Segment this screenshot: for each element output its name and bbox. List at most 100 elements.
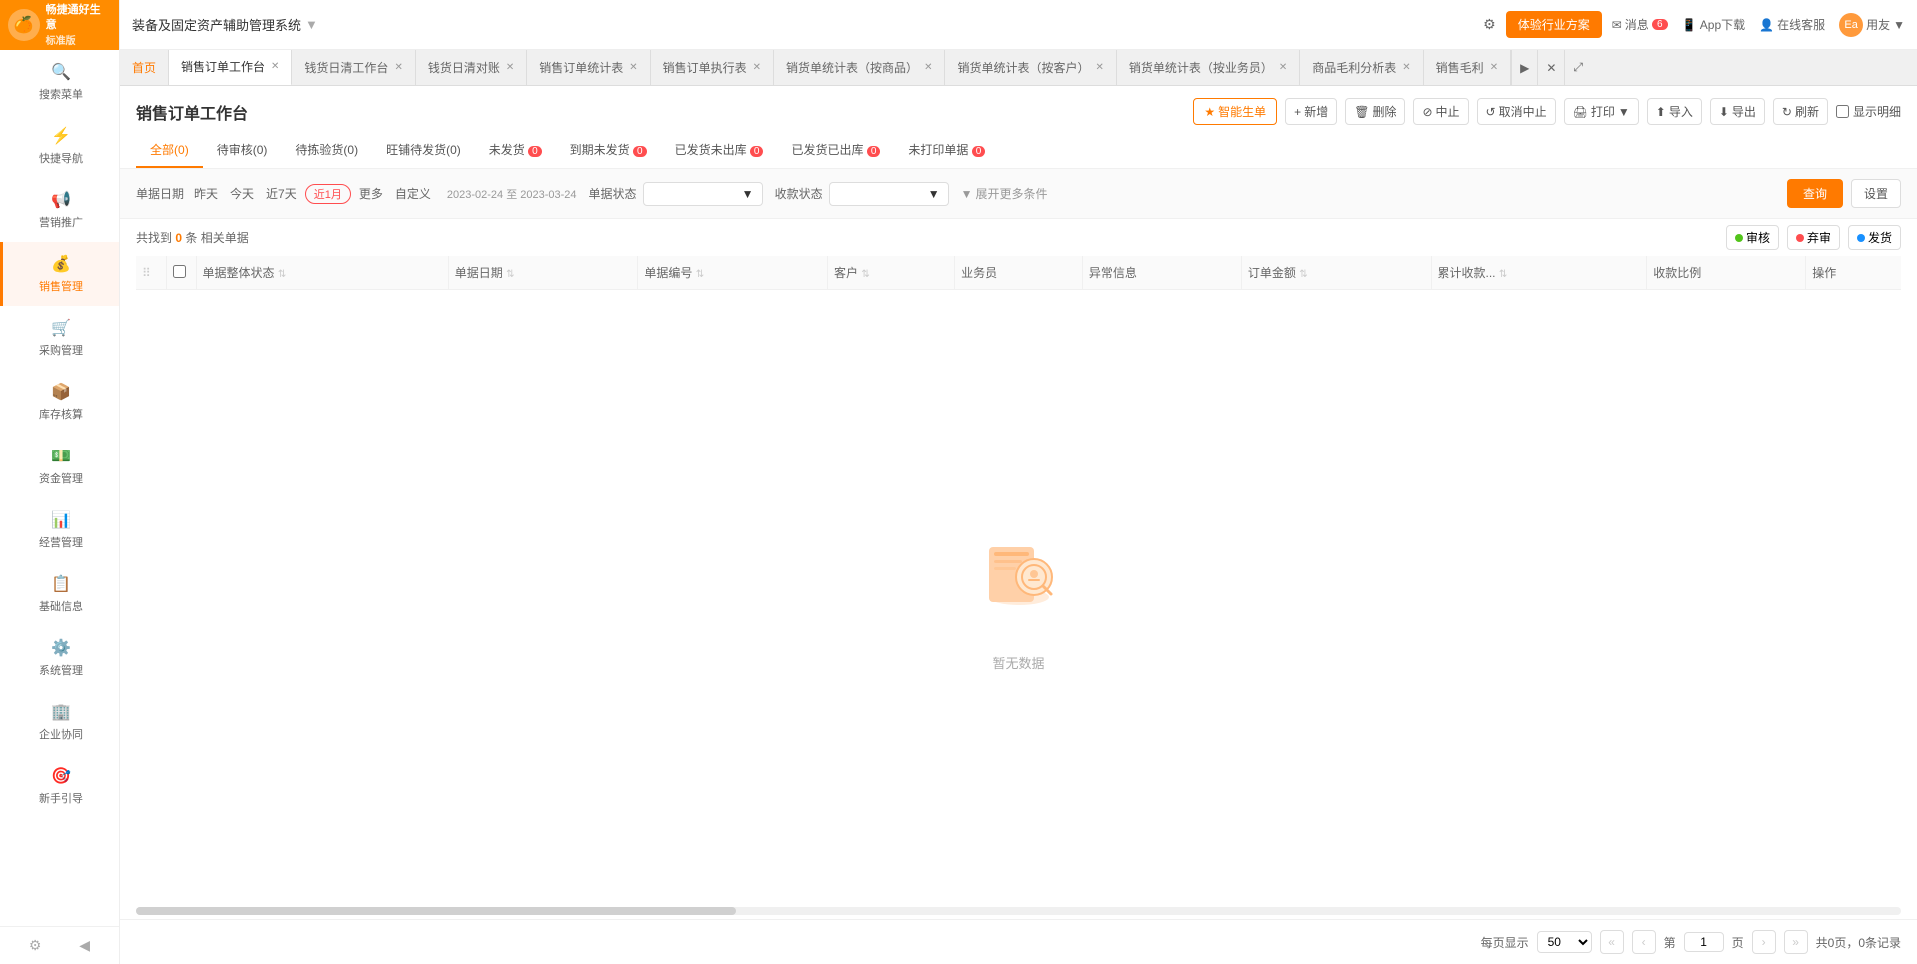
- collapse-sidebar-button[interactable]: ◀: [79, 937, 90, 954]
- page-size-select[interactable]: 10 20 30 50 100: [1537, 931, 1592, 953]
- next-page-button[interactable]: ›: [1752, 930, 1776, 954]
- filter-tab-all[interactable]: 全部(0): [136, 133, 203, 168]
- payment-select[interactable]: ▼: [829, 182, 949, 206]
- ship-action-button[interactable]: 发货: [1848, 225, 1901, 250]
- select-all-checkbox[interactable]: [173, 265, 186, 278]
- sidebar-item-base-info[interactable]: 📋 基础信息: [0, 562, 119, 626]
- show-detail-checkbox[interactable]: 显示明细: [1836, 103, 1901, 120]
- scrollbar-thumb[interactable]: [136, 907, 736, 915]
- module-dropdown-icon[interactable]: ▼: [305, 17, 318, 32]
- sidebar-item-purchase[interactable]: 🛒 采购管理: [0, 306, 119, 370]
- tab-sales-profit[interactable]: 销售毛利 ✕: [1424, 50, 1511, 86]
- tab-sales-order-close[interactable]: ✕: [271, 61, 279, 72]
- print-button[interactable]: 🖨 打印 ▼: [1564, 98, 1639, 125]
- th-staff[interactable]: 业务员: [955, 256, 1083, 290]
- th-abnormal[interactable]: 异常信息: [1082, 256, 1241, 290]
- status-select[interactable]: ▼: [643, 182, 763, 206]
- industry-solution-button[interactable]: 体验行业方案: [1506, 11, 1602, 38]
- tab-sale-stat-product[interactable]: 销货单统计表（按商品） ✕: [774, 50, 945, 86]
- tab-product-gross[interactable]: 商品毛利分析表 ✕: [1300, 50, 1423, 86]
- page-number-input[interactable]: [1684, 932, 1724, 952]
- sidebar-item-marketing[interactable]: 📢 营销推广: [0, 178, 119, 242]
- tab-maximize-button[interactable]: ⤢: [1564, 50, 1591, 86]
- filter-tab-wangpu[interactable]: 旺铺待发货(0): [372, 133, 475, 168]
- filter-tab-not-shipped[interactable]: 未发货 0: [475, 133, 556, 168]
- tab-sale-stat-customer-close[interactable]: ✕: [1095, 62, 1103, 73]
- messages-button[interactable]: ✉ 消息 6: [1612, 16, 1668, 33]
- filter-tab-shipped-not-stored[interactable]: 已发货未出库 0: [661, 133, 778, 168]
- stop-button[interactable]: ⊘ 中止: [1413, 98, 1468, 125]
- sidebar-item-operations[interactable]: 📊 经营管理: [0, 498, 119, 562]
- export-button[interactable]: ⬇ 导出: [1710, 98, 1765, 125]
- 7days-option[interactable]: 近7天: [262, 183, 301, 204]
- sidebar-item-sales[interactable]: 💰 销售管理: [0, 242, 119, 306]
- th-cumulative[interactable]: 累计收款... ⇅: [1431, 256, 1647, 290]
- sidebar-item-search[interactable]: 🔍 搜索菜单: [0, 50, 119, 114]
- th-date[interactable]: 单据日期 ⇅: [448, 256, 638, 290]
- horizontal-scrollbar[interactable]: [136, 907, 1901, 915]
- yesterday-option[interactable]: 昨天: [190, 183, 222, 204]
- th-status[interactable]: 单据整体状态 ⇅: [196, 256, 448, 290]
- online-service-button[interactable]: 👤 在线客服: [1759, 16, 1825, 33]
- tab-sales-profit-close[interactable]: ✕: [1490, 62, 1498, 73]
- 1month-option[interactable]: 近1月: [305, 184, 351, 204]
- sidebar-item-finance[interactable]: 💵 资金管理: [0, 434, 119, 498]
- tab-sale-stat-staff[interactable]: 销货单统计表（按业务员） ✕: [1117, 50, 1300, 86]
- settings-bottom-button[interactable]: ⚙: [29, 937, 42, 954]
- first-page-button[interactable]: «: [1600, 930, 1624, 954]
- tab-sale-stat-customer[interactable]: 销货单统计表（按客户） ✕: [945, 50, 1116, 86]
- tab-product-gross-close[interactable]: ✕: [1402, 62, 1410, 73]
- th-amount[interactable]: 订单金额 ⇅: [1241, 256, 1431, 290]
- tab-sale-stat-staff-close[interactable]: ✕: [1279, 62, 1287, 73]
- tab-cash-daily-close[interactable]: ✕: [394, 62, 402, 73]
- sidebar-item-guide[interactable]: 🎯 新手引导: [0, 754, 119, 818]
- import-button[interactable]: ⬆ 导入: [1647, 98, 1702, 125]
- show-detail-label: 显示明细: [1853, 103, 1901, 120]
- tab-cash-daily[interactable]: 钱货日清工作台 ✕: [292, 50, 415, 86]
- sidebar-item-enterprise[interactable]: 🏢 企业协同: [0, 690, 119, 754]
- tab-overflow-button[interactable]: ▶: [1511, 50, 1537, 86]
- delete-button[interactable]: 🗑 删除: [1345, 98, 1405, 125]
- th-customer[interactable]: 客户 ⇅: [827, 256, 954, 290]
- tab-close-all-button[interactable]: ✕: [1537, 50, 1564, 86]
- add-button[interactable]: + 新增: [1285, 98, 1337, 125]
- more-option[interactable]: 更多: [355, 183, 387, 204]
- filter-tab-pending-inspect[interactable]: 待拣验货(0): [281, 133, 372, 168]
- tab-cash-account[interactable]: 钱货日清对账 ✕: [416, 50, 527, 86]
- refresh-button[interactable]: ↻ 刷新: [1773, 98, 1828, 125]
- tab-home[interactable]: 首页: [120, 50, 169, 86]
- expand-more-button[interactable]: ▼ 展开更多条件: [961, 185, 1048, 202]
- tab-sales-stat-close[interactable]: ✕: [629, 62, 637, 73]
- th-checkbox[interactable]: [166, 256, 196, 290]
- custom-option[interactable]: 自定义: [391, 183, 435, 204]
- sidebar-item-system[interactable]: ⚙️ 系统管理: [0, 626, 119, 690]
- tab-sales-stat[interactable]: 销售订单统计表 ✕: [527, 50, 650, 86]
- sidebar-item-inventory[interactable]: 📦 库存核算: [0, 370, 119, 434]
- today-option[interactable]: 今天: [226, 183, 258, 204]
- filter-tab-pending-review[interactable]: 待审核(0): [203, 133, 282, 168]
- filter-tab-shipped-stored[interactable]: 已发货已出库 0: [777, 133, 894, 168]
- cancel-review-action-button[interactable]: 弃审: [1787, 225, 1840, 250]
- topbar-settings-icon[interactable]: ⚙: [1483, 16, 1496, 33]
- sidebar-item-quick-nav[interactable]: ⚡ 快捷导航: [0, 114, 119, 178]
- review-action-button[interactable]: 审核: [1726, 225, 1779, 250]
- show-detail-input[interactable]: [1836, 105, 1849, 118]
- tab-cash-account-close[interactable]: ✕: [506, 62, 514, 73]
- filter-tab-overdue[interactable]: 到期未发货 0: [556, 133, 661, 168]
- prev-page-button[interactable]: ‹: [1632, 930, 1656, 954]
- add-label: 新增: [1304, 103, 1328, 120]
- cancel-stop-button[interactable]: ↺ 取消中止: [1477, 98, 1556, 125]
- filter-tab-not-printed[interactable]: 未打印单据 0: [894, 133, 999, 168]
- app-download-button[interactable]: 📱 App下载: [1682, 16, 1745, 33]
- tab-sales-exec-close[interactable]: ✕: [753, 62, 761, 73]
- tab-sales-order[interactable]: 销售订单工作台 ✕: [169, 50, 292, 86]
- query-button[interactable]: 查询: [1787, 179, 1843, 208]
- tab-sales-exec[interactable]: 销售订单执行表 ✕: [651, 50, 774, 86]
- user-menu-button[interactable]: Ea 用友 ▼: [1839, 13, 1905, 37]
- th-ratio[interactable]: 收款比例: [1647, 256, 1806, 290]
- smart-create-button[interactable]: ★ 智能生单: [1193, 98, 1277, 125]
- tab-sale-stat-product-close[interactable]: ✕: [924, 62, 932, 73]
- last-page-button[interactable]: »: [1784, 930, 1808, 954]
- th-number[interactable]: 单据编号 ⇅: [638, 256, 828, 290]
- search-settings-button[interactable]: 设置: [1851, 179, 1901, 208]
